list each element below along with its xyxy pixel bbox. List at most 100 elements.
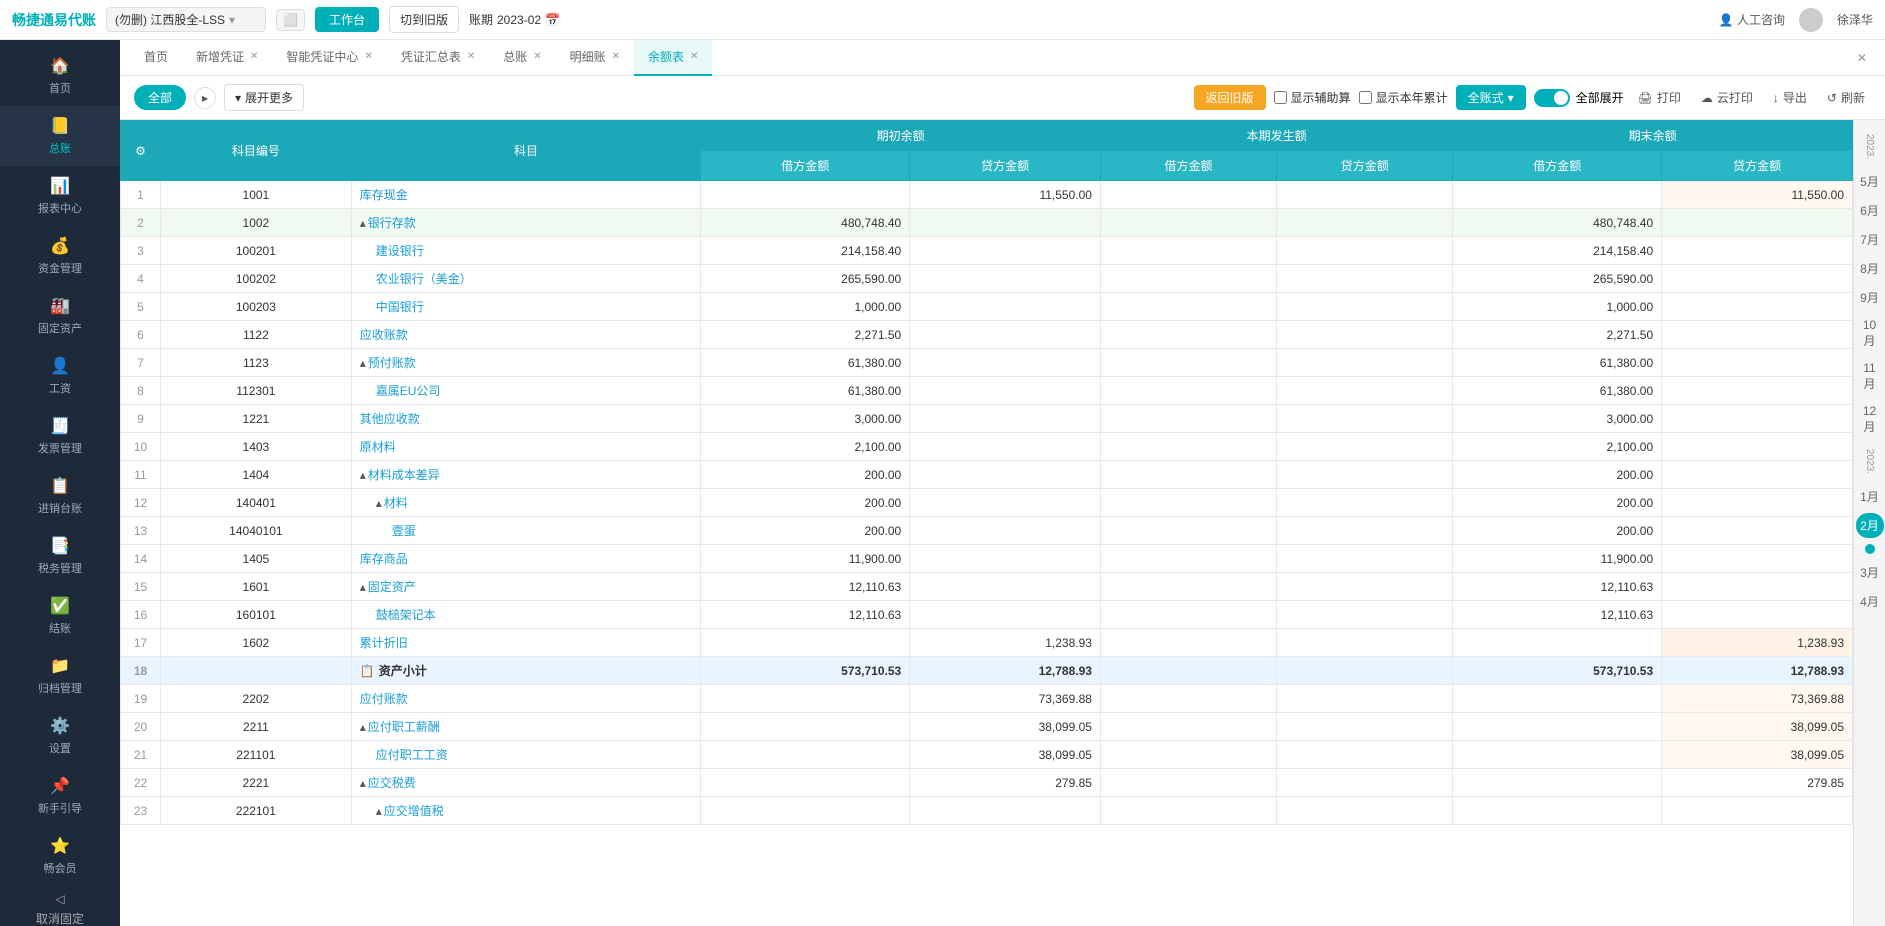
- sidebar-item-report[interactable]: 📊 报表中心: [0, 166, 120, 226]
- account-link[interactable]: 库存现金: [360, 188, 408, 202]
- account-link[interactable]: 应交税费: [368, 776, 416, 790]
- company-selector[interactable]: (勿删) 江西股全-LSS ▾: [106, 7, 266, 32]
- cell-name[interactable]: 建设银行: [351, 237, 701, 265]
- show-ytd-checkbox[interactable]: [1359, 91, 1372, 104]
- show-ytd-label[interactable]: 显示本年累计: [1359, 89, 1448, 106]
- account-link[interactable]: 壹蛋: [392, 524, 416, 538]
- show-aux-checkbox[interactable]: [1274, 91, 1287, 104]
- cell-name[interactable]: ▴应付职工薪酬: [351, 713, 701, 741]
- cell-name[interactable]: 其他应收款: [351, 405, 701, 433]
- tab-detail-ledger[interactable]: 明细账 ✕: [556, 40, 634, 76]
- cell-name[interactable]: 应付职工工资: [351, 741, 701, 769]
- period-calendar-icon[interactable]: 📅: [545, 13, 560, 27]
- cell-name[interactable]: 📋资产小计: [351, 657, 701, 685]
- tab-smart-voucher[interactable]: 智能凭证中心 ✕: [272, 40, 386, 76]
- account-link[interactable]: 农业银行（美金）: [376, 272, 472, 286]
- print-btn[interactable]: 🖨 打印: [1632, 85, 1687, 110]
- export-btn[interactable]: ↓ 导出: [1767, 85, 1813, 110]
- month-11[interactable]: 11月: [1856, 357, 1884, 396]
- cell-name[interactable]: 中国银行: [351, 293, 701, 321]
- month-9[interactable]: 9月: [1856, 285, 1884, 310]
- month-6[interactable]: 6月: [1856, 198, 1884, 223]
- cell-name[interactable]: ▴材料成本差异: [351, 461, 701, 489]
- cell-name[interactable]: 库存现金: [351, 181, 701, 209]
- sidebar-item-guide[interactable]: 📌 新手引导: [0, 766, 120, 826]
- sidebar-item-home[interactable]: 🏠 首页: [0, 46, 120, 106]
- avatar[interactable]: [1799, 8, 1823, 32]
- th-settings[interactable]: ⚙: [121, 121, 161, 181]
- month-8[interactable]: 8月: [1856, 256, 1884, 281]
- return-old-btn[interactable]: 返回旧版: [1194, 85, 1266, 110]
- account-link[interactable]: 材料: [384, 496, 408, 510]
- tab-new-voucher[interactable]: 新增凭证 ✕: [182, 40, 272, 76]
- toggle-switch[interactable]: [1534, 89, 1570, 107]
- tab-general-ledger[interactable]: 总账 ✕: [489, 40, 555, 76]
- prev-arrow[interactable]: ▸: [194, 87, 216, 109]
- refresh-btn[interactable]: ↺ 刷新: [1821, 85, 1871, 110]
- tab-detail-ledger-close[interactable]: ✕: [612, 51, 620, 62]
- cell-name[interactable]: 壹蛋: [351, 517, 701, 545]
- cell-name[interactable]: 原材料: [351, 433, 701, 461]
- tab-balance[interactable]: 余额表 ✕: [634, 40, 712, 76]
- month-2[interactable]: 2月: [1856, 513, 1884, 538]
- cell-name[interactable]: 应付账款: [351, 685, 701, 713]
- cloud-print-btn[interactable]: ☁ 云打印: [1695, 85, 1759, 110]
- all-filter-btn[interactable]: 全部: [134, 85, 186, 110]
- cell-name[interactable]: 库存商品: [351, 545, 701, 573]
- sidebar-item-member[interactable]: ⭐ 畅会员: [0, 826, 120, 886]
- tab-home[interactable]: 首页: [130, 40, 182, 76]
- sidebar-item-unpin[interactable]: ◁ 取消固定: [0, 886, 120, 926]
- cell-name[interactable]: 鼓槌架记本: [351, 601, 701, 629]
- tab-general-ledger-close[interactable]: ✕: [533, 51, 541, 62]
- tab-balance-close[interactable]: ✕: [690, 51, 698, 62]
- account-link[interactable]: 中国银行: [376, 300, 424, 314]
- month-1[interactable]: 1月: [1856, 484, 1884, 509]
- sidebar-item-fixed[interactable]: 🏭 固定资产: [0, 286, 120, 346]
- sidebar-item-settle[interactable]: ✅ 结账: [0, 586, 120, 646]
- cell-name[interactable]: ▴应交增值税: [351, 797, 701, 825]
- sidebar-item-archive[interactable]: 📁 归档管理: [0, 646, 120, 706]
- expand-more-btn[interactable]: ▾ 展开更多: [224, 84, 304, 111]
- company-settings-btn[interactable]: ⬜: [276, 9, 305, 31]
- show-aux-label[interactable]: 显示辅助算: [1274, 89, 1351, 106]
- cell-name[interactable]: ▴应交税费: [351, 769, 701, 797]
- sidebar-item-tax[interactable]: 📑 税务管理: [0, 526, 120, 586]
- cell-name[interactable]: ▴银行存款: [351, 209, 701, 237]
- cell-name[interactable]: ▴固定资产: [351, 573, 701, 601]
- sidebar-item-settings[interactable]: ⚙️ 设置: [0, 706, 120, 766]
- sidebar-item-ledger[interactable]: 📒 总账: [0, 106, 120, 166]
- consult-btn[interactable]: 👤 人工咨询: [1719, 11, 1785, 28]
- account-link[interactable]: 累计折旧: [360, 636, 408, 650]
- tab-summary-close[interactable]: ✕: [467, 51, 475, 62]
- sidebar-item-purchase[interactable]: 📋 进销台账: [0, 466, 120, 526]
- account-link[interactable]: 鼓槌架记本: [376, 608, 436, 622]
- workspace-btn[interactable]: 工作台: [315, 7, 379, 32]
- tab-smart-voucher-close[interactable]: ✕: [364, 51, 372, 62]
- sidebar-item-salary[interactable]: 👤 工资: [0, 346, 120, 406]
- month-4[interactable]: 4月: [1856, 589, 1884, 614]
- tab-summary[interactable]: 凭证汇总表 ✕: [387, 40, 489, 76]
- account-link[interactable]: 固定资产: [368, 580, 416, 594]
- cell-name[interactable]: 累计折旧: [351, 629, 701, 657]
- account-link[interactable]: 应收账款: [360, 328, 408, 342]
- cell-name[interactable]: ▴预付账款: [351, 349, 701, 377]
- account-link[interactable]: 应付职工薪酬: [368, 720, 440, 734]
- account-link[interactable]: 嘉属EU公司: [376, 384, 441, 398]
- month-10[interactable]: 10月: [1856, 314, 1884, 353]
- tab-new-voucher-close[interactable]: ✕: [250, 51, 258, 62]
- month-5[interactable]: 5月: [1856, 169, 1884, 194]
- month-3[interactable]: 3月: [1856, 560, 1884, 585]
- sidebar-item-capital[interactable]: 💰 资金管理: [0, 226, 120, 286]
- switch-version-btn[interactable]: 切到旧版: [389, 6, 459, 33]
- cell-name[interactable]: 应收账款: [351, 321, 701, 349]
- account-link[interactable]: 材料成本差异: [368, 468, 440, 482]
- account-link[interactable]: 应交增值税: [384, 804, 444, 818]
- expand-all-toggle[interactable]: 全部展开: [1534, 89, 1624, 107]
- cell-name[interactable]: 农业银行（美金）: [351, 265, 701, 293]
- account-link[interactable]: 银行存款: [368, 216, 416, 230]
- account-link[interactable]: 建设银行: [376, 244, 424, 258]
- account-link[interactable]: 应付职工工资: [376, 748, 448, 762]
- cell-name[interactable]: 嘉属EU公司: [351, 377, 701, 405]
- close-all-tabs[interactable]: ✕: [1849, 51, 1875, 65]
- account-link[interactable]: 预付账款: [368, 356, 416, 370]
